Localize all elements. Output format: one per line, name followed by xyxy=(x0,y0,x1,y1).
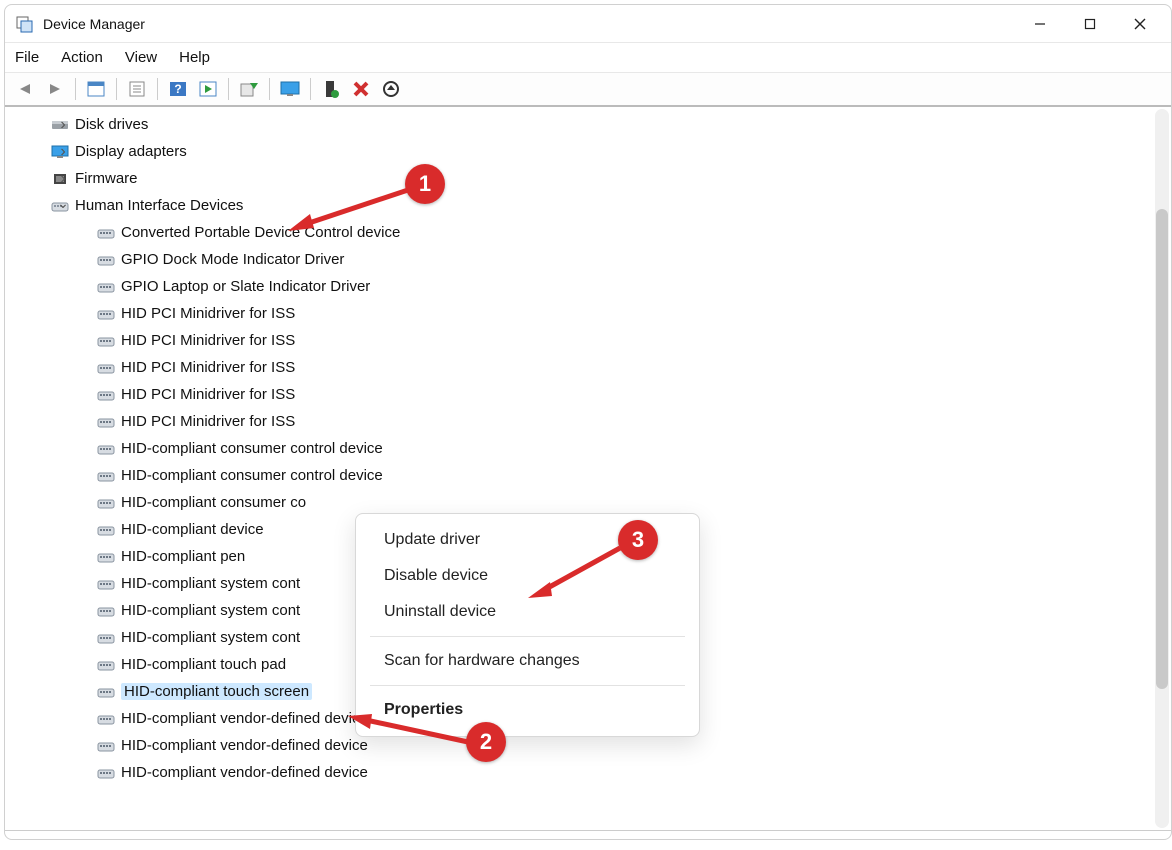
tree-item-label: HID-compliant consumer control device xyxy=(121,440,383,457)
hid-dev-icon xyxy=(97,603,115,619)
hid-dev-icon xyxy=(97,630,115,646)
hid-dev-icon xyxy=(97,711,115,727)
tree-item[interactable]: HID PCI Minidriver for ISS xyxy=(15,381,1153,408)
tree-item-label: HID-compliant device xyxy=(121,521,264,538)
hid-dev-icon xyxy=(97,306,115,322)
toolbar-icon-a[interactable] xyxy=(194,75,222,103)
tree-item-label: HID PCI Minidriver for ISS xyxy=(121,413,295,430)
scrollbar-thumb[interactable] xyxy=(1156,209,1168,689)
tree-item-label: HID-compliant vendor-defined device xyxy=(121,764,368,781)
menu-help[interactable]: Help xyxy=(179,49,210,66)
hid-dev-icon xyxy=(97,279,115,295)
app-icon xyxy=(15,14,35,34)
tree-item-label: HID-compliant consumer co xyxy=(121,494,306,511)
tree-item[interactable]: Converted Portable Device Control device xyxy=(15,219,1153,246)
hid-dev-icon xyxy=(97,684,115,700)
help-icon[interactable]: ? xyxy=(164,75,192,103)
tree-item-label: HID-compliant vendor-defined device xyxy=(121,710,368,727)
titlebar: Device Manager xyxy=(5,5,1171,43)
tree-item[interactable]: HID-compliant consumer control device xyxy=(15,435,1153,462)
annotation-arrow-2 xyxy=(348,714,478,754)
tree-item-label: Display adapters xyxy=(75,143,187,160)
monitor-icon[interactable] xyxy=(276,75,304,103)
tree-item[interactable]: GPIO Dock Mode Indicator Driver xyxy=(15,246,1153,273)
tree-item-label: HID-compliant system cont xyxy=(121,602,300,619)
tree-item[interactable]: HID PCI Minidriver for ISS xyxy=(15,354,1153,381)
annotation-arrow-3 xyxy=(526,542,626,602)
show-hidden-icon[interactable] xyxy=(82,75,110,103)
menubar: File Action View Help xyxy=(5,43,1171,73)
tree-item[interactable]: HID PCI Minidriver for ISS xyxy=(15,408,1153,435)
tree-item-label: HID-compliant pen xyxy=(121,548,245,565)
tree-item[interactable]: HID PCI Minidriver for ISS xyxy=(15,327,1153,354)
close-button[interactable] xyxy=(1115,5,1165,43)
tree-item[interactable]: Firmware xyxy=(15,165,1153,192)
chevron-right-icon[interactable] xyxy=(57,143,69,161)
tree-item-label: HID-compliant vendor-defined device xyxy=(121,737,368,754)
tree-item[interactable]: Display adapters xyxy=(15,138,1153,165)
menu-separator xyxy=(370,636,685,637)
tree-item-label: HID PCI Minidriver for ISS xyxy=(121,332,295,349)
vertical-scrollbar[interactable] xyxy=(1155,109,1169,828)
tree-item-label: Firmware xyxy=(75,170,138,187)
hid-dev-icon xyxy=(97,387,115,403)
hid-dev-icon xyxy=(97,360,115,376)
tree-item-label: Disk drives xyxy=(75,116,148,133)
tree-item-label: HID PCI Minidriver for ISS xyxy=(121,386,295,403)
back-icon[interactable] xyxy=(11,75,39,103)
annotation-arrow-1 xyxy=(288,184,418,234)
enable-icon[interactable] xyxy=(317,75,345,103)
maximize-button[interactable] xyxy=(1065,5,1115,43)
menu-file[interactable]: File xyxy=(15,49,39,66)
chevron-down-icon[interactable] xyxy=(57,197,69,214)
hid-dev-icon xyxy=(97,225,115,241)
tree-item[interactable]: HID-compliant vendor-defined device xyxy=(15,759,1153,786)
hid-dev-icon xyxy=(97,414,115,430)
hid-dev-icon xyxy=(97,495,115,511)
disable-icon[interactable] xyxy=(347,75,375,103)
tree-item[interactable]: HID PCI Minidriver for ISS xyxy=(15,300,1153,327)
menu-action[interactable]: Action xyxy=(61,49,103,66)
menu-separator xyxy=(370,685,685,686)
window-title: Device Manager xyxy=(43,16,145,32)
uninstall-icon[interactable] xyxy=(377,75,405,103)
svg-text:?: ? xyxy=(174,82,181,96)
tree-item-label: HID-compliant touch screen xyxy=(121,683,312,700)
properties-icon[interactable] xyxy=(123,75,151,103)
hid-dev-icon xyxy=(97,576,115,592)
hid-dev-icon xyxy=(97,333,115,349)
hid-dev-icon xyxy=(97,468,115,484)
chevron-right-icon[interactable] xyxy=(57,170,69,188)
context-menu-item[interactable]: Scan for hardware changes xyxy=(356,643,699,679)
forward-icon[interactable] xyxy=(41,75,69,103)
tree-item-label: HID-compliant system cont xyxy=(121,629,300,646)
tree-item-label: HID PCI Minidriver for ISS xyxy=(121,305,295,322)
tree-item[interactable]: GPIO Laptop or Slate Indicator Driver xyxy=(15,273,1153,300)
tree-item-label: GPIO Dock Mode Indicator Driver xyxy=(121,251,344,268)
tree-item[interactable]: Disk drives xyxy=(15,111,1153,138)
tree-item[interactable]: HID-compliant consumer control device xyxy=(15,462,1153,489)
update-driver-icon[interactable] xyxy=(235,75,263,103)
hid-dev-icon xyxy=(97,738,115,754)
hid-dev-icon xyxy=(97,252,115,268)
hid-dev-icon xyxy=(97,549,115,565)
hid-dev-icon xyxy=(97,657,115,673)
hid-dev-icon xyxy=(97,441,115,457)
tree-item-label: HID PCI Minidriver for ISS xyxy=(121,359,295,376)
hid-dev-icon xyxy=(97,522,115,538)
minimize-button[interactable] xyxy=(1015,5,1065,43)
tree-item-label: HID-compliant system cont xyxy=(121,575,300,592)
tree-item[interactable]: HID-compliant consumer co xyxy=(15,489,1153,516)
tree-item-label: HID-compliant consumer control device xyxy=(121,467,383,484)
tree-item[interactable]: Human Interface Devices xyxy=(15,192,1153,219)
toolbar: ? xyxy=(5,73,1171,107)
tree-item-label: GPIO Laptop or Slate Indicator Driver xyxy=(121,278,370,295)
menu-view[interactable]: View xyxy=(125,49,157,66)
tree-item-label: Human Interface Devices xyxy=(75,197,243,214)
hid-dev-icon xyxy=(97,765,115,781)
tree-item-label: HID-compliant touch pad xyxy=(121,656,286,673)
chevron-right-icon[interactable] xyxy=(57,116,69,134)
